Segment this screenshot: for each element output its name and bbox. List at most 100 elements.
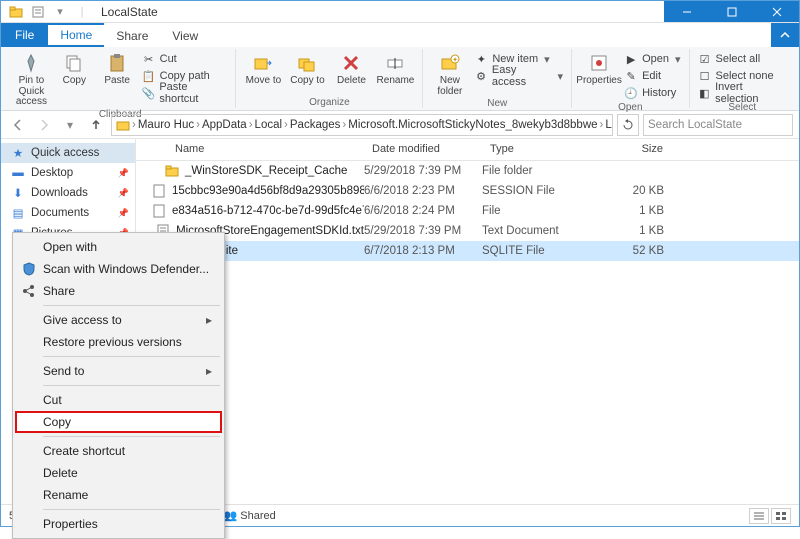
view-icons-button[interactable]	[771, 508, 791, 524]
delete-icon	[339, 51, 363, 75]
crumb-item[interactable]: Packages	[290, 119, 341, 131]
breadcrumb[interactable]: › Mauro Huc› AppData› Local› Packages› M…	[111, 114, 613, 136]
tab-share[interactable]: Share	[104, 23, 160, 47]
tab-view[interactable]: View	[160, 23, 210, 47]
pin-icon: 📌	[118, 208, 129, 219]
delete-button[interactable]: Delete	[330, 49, 372, 87]
chevron-right-icon[interactable]: ›	[598, 119, 606, 131]
group-label-select: Select	[728, 101, 756, 113]
file-name: 15cbbc93e90a4d56bf8d9a29305b8981...	[172, 185, 364, 197]
minimize-button[interactable]	[664, 1, 709, 22]
invert-selection-button[interactable]: ◧Invert selection	[696, 85, 789, 101]
crumb-item[interactable]: Microsoft.MicrosoftStickyNotes_8wekyb3d8…	[348, 119, 597, 131]
rename-button[interactable]: Rename	[374, 49, 416, 87]
select-all-button[interactable]: ☑Select all	[696, 51, 789, 67]
move-icon	[251, 51, 275, 75]
pin-quick-access-button[interactable]: Pin to Quick access	[11, 49, 52, 108]
group-new: ✦New folder ✦New item▾ ⚙Easy access▾ New	[423, 49, 572, 108]
ctx-defender[interactable]: Scan with Windows Defender...	[15, 258, 222, 280]
crumb-item[interactable]: AppData	[202, 119, 247, 131]
copy-to-icon	[295, 51, 319, 75]
column-date[interactable]: Date modified	[364, 139, 482, 160]
file-size: 20 KB	[592, 185, 672, 197]
move-label: Move to	[246, 76, 282, 87]
ctx-give-access[interactable]: Give access to▸	[15, 309, 222, 331]
table-row[interactable]: MicrosoftStoreEngagementSDKId.txt5/29/20…	[136, 221, 799, 241]
properties-label: Properties	[576, 76, 622, 87]
quick-access-toolbar: ▾ |	[1, 3, 91, 21]
open-icon: ▶	[624, 52, 638, 66]
shield-icon	[21, 261, 37, 277]
tab-home[interactable]: Home	[48, 23, 104, 47]
crumb-item[interactable]: LocalState	[605, 119, 613, 131]
file-tab[interactable]: File	[1, 23, 48, 47]
refresh-button[interactable]	[617, 114, 639, 136]
copy-to-button[interactable]: Copy to	[286, 49, 328, 87]
chevron-right-icon[interactable]: ›	[340, 119, 348, 131]
crumb-item[interactable]: Mauro Huc	[138, 119, 194, 131]
ctx-open-with[interactable]: Open with	[15, 236, 222, 258]
column-name[interactable]: Name	[136, 139, 364, 160]
edit-button[interactable]: ✎Edit	[622, 68, 682, 84]
recent-locations-button[interactable]: ▾	[59, 114, 81, 136]
ctx-restore[interactable]: Restore previous versions	[15, 331, 222, 353]
ctx-label: Properties	[43, 517, 98, 531]
search-input[interactable]: Search LocalState	[643, 114, 793, 136]
file-type: SQLITE File	[482, 245, 592, 257]
view-details-button[interactable]	[749, 508, 769, 524]
back-button[interactable]	[7, 114, 29, 136]
ctx-send-to[interactable]: Send to▸	[15, 360, 222, 382]
copy-icon	[62, 51, 86, 75]
qat-dropdown-icon[interactable]: ▾	[51, 3, 69, 21]
properties-qat-icon[interactable]	[29, 3, 47, 21]
file-type: SESSION File	[482, 185, 592, 197]
table-row[interactable]: ✓plum.sqlite6/7/2018 2:13 PMSQLITE File5…	[136, 241, 799, 261]
close-button[interactable]	[754, 1, 799, 22]
history-button[interactable]: 🕘History	[622, 85, 682, 101]
sidebar-item-quick-access[interactable]: ★Quick access	[1, 143, 135, 163]
file-name: e834a516-b712-470c-be7d-99d5fc4e7c	[172, 205, 364, 217]
ctx-properties[interactable]: Properties	[15, 513, 222, 535]
window-title: LocalState	[101, 5, 664, 19]
sidebar-item-documents[interactable]: ▤Documents📌	[1, 203, 135, 223]
ctx-share[interactable]: Share	[15, 280, 222, 302]
chevron-right-icon[interactable]: ›	[194, 119, 202, 131]
sidebar-item-downloads[interactable]: ⬇Downloads📌	[1, 183, 135, 203]
open-button[interactable]: ▶Open▾	[622, 51, 682, 67]
crumb-item[interactable]: Local	[255, 119, 283, 131]
column-type[interactable]: Type	[482, 139, 592, 160]
table-row[interactable]: _WinStoreSDK_Receipt_Cache5/29/2018 7:39…	[136, 161, 799, 181]
sidebar-item-desktop[interactable]: ▬Desktop📌	[1, 163, 135, 183]
ctx-delete[interactable]: Delete	[15, 462, 222, 484]
paste-button[interactable]: Paste	[97, 49, 138, 87]
ctx-separator	[43, 509, 220, 510]
copy-button[interactable]: Copy	[54, 49, 95, 87]
table-row[interactable]: e834a516-b712-470c-be7d-99d5fc4e7c6/6/20…	[136, 201, 799, 221]
move-to-button[interactable]: Move to	[242, 49, 284, 87]
ctx-create-shortcut[interactable]: Create shortcut	[15, 440, 222, 462]
history-icon: 🕘	[624, 86, 638, 100]
table-row[interactable]: 15cbbc93e90a4d56bf8d9a29305b8981...6/6/2…	[136, 181, 799, 201]
rename-icon	[383, 51, 407, 75]
up-button[interactable]	[85, 114, 107, 136]
easy-access-button[interactable]: ⚙Easy access▾	[472, 68, 565, 84]
cut-button[interactable]: ✂Cut	[140, 51, 230, 67]
ctx-copy[interactable]: Copy	[15, 411, 222, 433]
forward-button[interactable]	[33, 114, 55, 136]
ctx-label: Share	[43, 284, 75, 298]
properties-button[interactable]: Properties	[578, 49, 620, 87]
ribbon-collapse-button[interactable]	[771, 23, 799, 47]
copy-path-icon: 📋	[142, 69, 156, 83]
new-folder-button[interactable]: ✦New folder	[429, 49, 470, 97]
chevron-right-icon[interactable]: ›	[130, 119, 138, 131]
ctx-cut[interactable]: Cut	[15, 389, 222, 411]
column-size[interactable]: Size	[592, 139, 672, 160]
breadcrumb-root-icon	[116, 118, 130, 132]
chevron-right-icon[interactable]: ›	[247, 119, 255, 131]
paste-shortcut-button[interactable]: 📎Paste shortcut	[140, 85, 230, 101]
copy-to-label: Copy to	[290, 76, 324, 87]
ctx-rename[interactable]: Rename	[15, 484, 222, 506]
chevron-right-icon[interactable]: ›	[282, 119, 290, 131]
star-icon: ★	[11, 146, 25, 160]
maximize-button[interactable]	[709, 1, 754, 22]
